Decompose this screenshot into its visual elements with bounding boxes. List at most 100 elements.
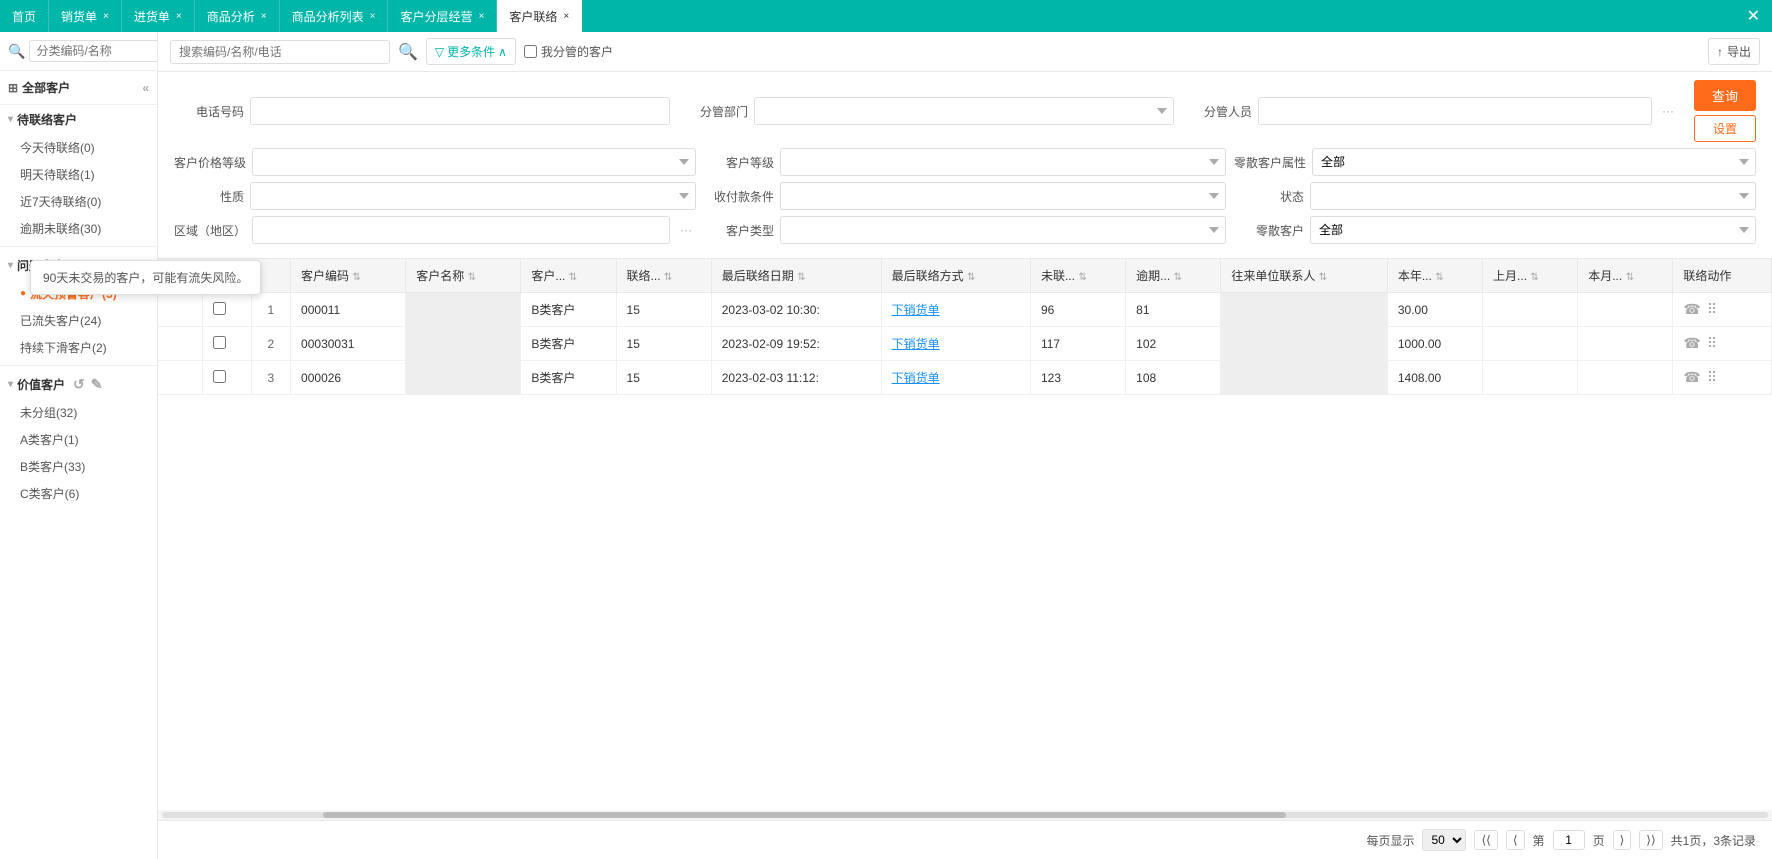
per-page-select[interactable]: 50 <box>1422 829 1466 851</box>
sidebar-item-declining[interactable]: 持续下滑客户(2) <box>0 334 157 361</box>
sort-unit-icon[interactable]: ⇅ <box>1319 272 1327 283</box>
col-last-contact-date-header[interactable]: 最后联络日期 ⇅ <box>711 259 881 293</box>
tab-customer-contact[interactable]: 客户联络 × <box>497 0 582 32</box>
sort-type-icon[interactable]: ⇅ <box>569 272 577 283</box>
col-code-header[interactable]: 客户编码 ⇅ <box>291 259 406 293</box>
tab-product-list[interactable]: 商品分析列表 × <box>280 0 389 32</box>
scrollbar-track[interactable] <box>162 812 1768 818</box>
edit-icon[interactable]: ✎ <box>91 376 103 393</box>
sidebar-item-class-b[interactable]: B类客户(33) <box>0 453 157 480</box>
col-uncontacted-header[interactable]: 未联... ⇅ <box>1030 259 1125 293</box>
contact-icon-0[interactable]: ☎ <box>1683 301 1700 318</box>
col-this-year-header[interactable]: 本年... ⇅ <box>1387 259 1482 293</box>
dept-select[interactable] <box>754 97 1174 125</box>
sidebar-item-tomorrow[interactable]: 明天待联络(1) <box>0 161 157 188</box>
sidebar-item-class-a[interactable]: A类客户(1) <box>0 426 157 453</box>
col-contact-header[interactable]: 联络... ⇅ <box>616 259 711 293</box>
more-icon-1[interactable]: ⠿ <box>1707 335 1717 352</box>
sort-this-month-icon[interactable]: ⇅ <box>1626 272 1634 283</box>
contact-icon-1[interactable]: ☎ <box>1683 335 1700 352</box>
price-level-select[interactable] <box>252 148 696 176</box>
region-dotdot[interactable]: ··· <box>676 223 696 237</box>
export-button[interactable]: ↑ 导出 <box>1708 38 1760 65</box>
col-overdue-header[interactable]: 逾期... ⇅ <box>1126 259 1221 293</box>
action-icons-2[interactable]: ☎ ⠿ <box>1683 369 1761 386</box>
payment-select[interactable] <box>780 182 1226 210</box>
tab-close-customer-contact[interactable]: × <box>563 11 569 22</box>
person-dotdot[interactable]: ··· <box>1658 104 1678 118</box>
tab-close-sales[interactable]: × <box>103 11 109 22</box>
more-icon-0[interactable]: ⠿ <box>1707 301 1717 318</box>
tab-close-product-list[interactable]: × <box>370 11 376 22</box>
sort-code-icon[interactable]: ⇅ <box>352 272 360 283</box>
sidebar-group-header-value[interactable]: ▾ 价值客户 ↺ ✎ <box>0 370 157 399</box>
my-customers-checkbox-label[interactable]: 我分管的客户 <box>524 43 613 60</box>
tab-close-product-analysis[interactable]: × <box>261 11 267 22</box>
row-checkbox-1[interactable] <box>203 327 251 361</box>
sort-year-icon[interactable]: ⇅ <box>1435 272 1443 283</box>
more-conditions-button[interactable]: ▽ 更多条件 ∧ <box>426 38 516 65</box>
sort-overdue-icon[interactable]: ⇅ <box>1174 272 1182 283</box>
row-action-0[interactable]: ☎ ⠿ <box>1673 293 1772 327</box>
status-select[interactable] <box>1310 182 1756 210</box>
tab-purchase[interactable]: 进货单 × <box>122 0 195 32</box>
person-input[interactable] <box>1258 97 1652 125</box>
row-checkbox-2[interactable] <box>203 361 251 395</box>
tab-customer-tier[interactable]: 客户分层经营 × <box>388 0 497 32</box>
more-icon-2[interactable]: ⠿ <box>1707 369 1717 386</box>
sidebar-item-7days[interactable]: 近7天待联络(0) <box>0 188 157 215</box>
row-last-contact-method-1[interactable]: 下销货单 <box>881 327 1030 361</box>
sort-contact-icon[interactable]: ⇅ <box>664 272 672 283</box>
action-icons-1[interactable]: ☎ ⠿ <box>1683 335 1761 352</box>
filter-search-input[interactable] <box>170 40 390 64</box>
row-last-contact-method-2[interactable]: 下销货单 <box>881 361 1030 395</box>
customer-type-select[interactable] <box>780 216 1226 244</box>
customer-level-select[interactable] <box>780 148 1226 176</box>
sidebar-item-overdue[interactable]: 逾期未联络(30) <box>0 215 157 242</box>
horizontal-scrollbar[interactable] <box>158 810 1772 820</box>
row-action-2[interactable]: ☎ ⠿ <box>1673 361 1772 395</box>
sort-date-icon[interactable]: ⇅ <box>797 272 805 283</box>
sort-uncontacted-icon[interactable]: ⇅ <box>1078 272 1086 283</box>
refresh-icon[interactable]: ↺ <box>73 376 85 393</box>
sidebar-item-today[interactable]: 今天待联络(0) <box>0 134 157 161</box>
sidebar-search-input[interactable] <box>29 40 158 62</box>
tab-close-customer-tier[interactable]: × <box>478 11 484 22</box>
prev-page-button[interactable]: ⟨ <box>1506 830 1525 850</box>
window-close-button[interactable]: ✕ <box>1735 6 1772 26</box>
next-page-button[interactable]: ⟩ <box>1613 830 1632 850</box>
zero-customer-select[interactable]: 全部 <box>1310 216 1756 244</box>
first-page-button[interactable]: ⟨⟨ <box>1474 830 1497 850</box>
phone-input[interactable] <box>250 97 670 125</box>
row-action-1[interactable]: ☎ ⠿ <box>1673 327 1772 361</box>
tab-sales[interactable]: 销货单 × <box>49 0 122 32</box>
sort-method-icon[interactable]: ⇅ <box>967 272 975 283</box>
col-unit-contacts-header[interactable]: 往来单位联系人 ⇅ <box>1221 259 1388 293</box>
col-this-month-header[interactable]: 本月... ⇅ <box>1578 259 1673 293</box>
sort-name-icon[interactable]: ⇅ <box>468 272 476 283</box>
my-customers-checkbox[interactable] <box>524 45 537 58</box>
sidebar-item-ungrouped[interactable]: 未分组(32) <box>0 399 157 426</box>
col-last-contact-method-header[interactable]: 最后联络方式 ⇅ <box>881 259 1030 293</box>
sidebar-group-header-pending[interactable]: ▾ 待联络客户 <box>0 105 157 134</box>
tab-close-purchase[interactable]: × <box>176 11 182 22</box>
scrollbar-thumb[interactable] <box>323 812 1287 818</box>
last-page-button[interactable]: ⟩⟩ <box>1639 830 1662 850</box>
col-last-month-header[interactable]: 上月... ⇅ <box>1483 259 1578 293</box>
sidebar-collapse-icon[interactable]: « <box>142 81 149 95</box>
tab-home[interactable]: 首页 <box>0 0 49 32</box>
sidebar-item-churned[interactable]: 已流失客户(24) <box>0 307 157 334</box>
tab-product-analysis[interactable]: 商品分析 × <box>195 0 280 32</box>
settings-button[interactable]: 设置 <box>1694 115 1756 142</box>
row-last-contact-method-0[interactable]: 下销货单 <box>881 293 1030 327</box>
contact-icon-2[interactable]: ☎ <box>1683 369 1700 386</box>
zero-attr-select[interactable]: 全部 <box>1312 148 1756 176</box>
sort-last-month-icon[interactable]: ⇅ <box>1530 272 1538 283</box>
region-input[interactable] <box>252 216 670 244</box>
col-type-header[interactable]: 客户... ⇅ <box>521 259 616 293</box>
filter-search-button[interactable]: 🔍 <box>398 42 418 62</box>
row-checkbox-0[interactable] <box>203 293 251 327</box>
query-button[interactable]: 查询 <box>1694 80 1756 111</box>
action-icons-0[interactable]: ☎ ⠿ <box>1683 301 1761 318</box>
col-name-header[interactable]: 客户名称 ⇅ <box>406 259 521 293</box>
